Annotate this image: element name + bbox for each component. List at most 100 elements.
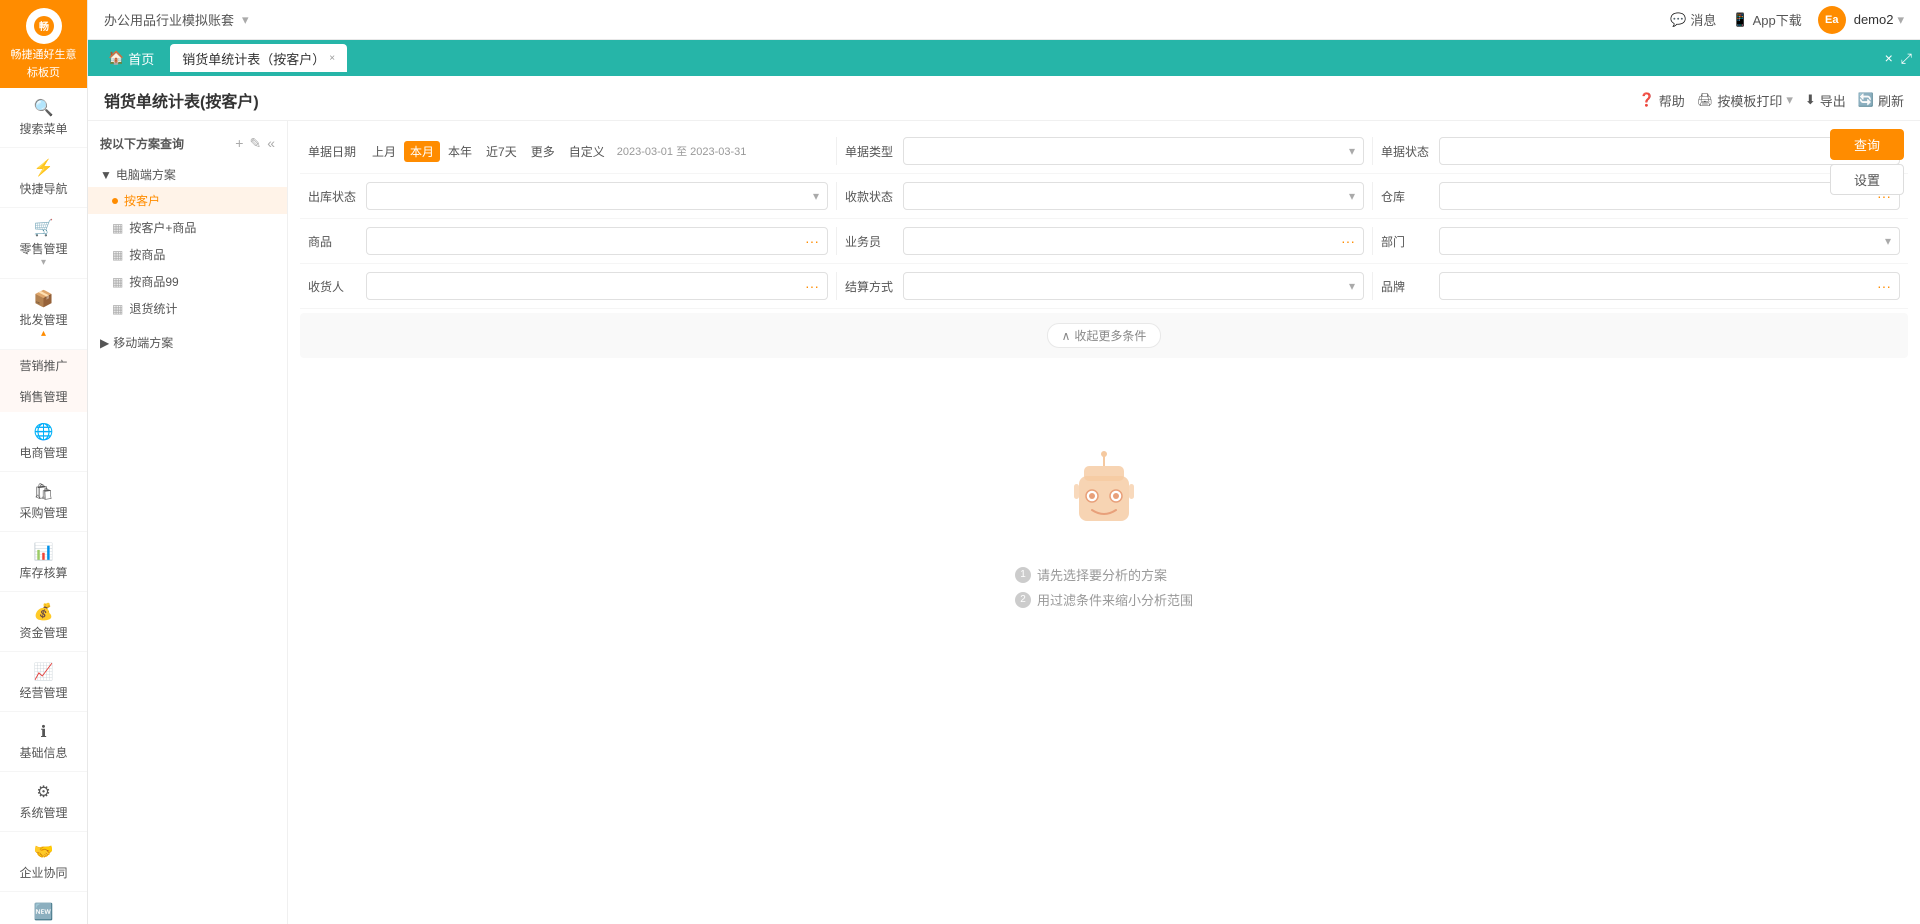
submenu-marketing[interactable]: 营销推广 bbox=[0, 350, 88, 381]
topbar-dropdown-arrow[interactable]: ▾ bbox=[242, 12, 249, 28]
tip-num-1: 1 bbox=[1015, 567, 1031, 583]
order-type-dropdown[interactable]: ▾ bbox=[903, 137, 1364, 165]
sidebar-item-ecommerce-label: 电商管理 bbox=[19, 444, 67, 461]
chart-icon-3: ▦ bbox=[112, 275, 123, 289]
empty-tip-2-text: 用过滤条件来缩小分析范围 bbox=[1037, 590, 1193, 609]
maximize-window-icon[interactable]: ⤢ bbox=[1901, 50, 1912, 67]
export-button[interactable]: ⬇ 导出 bbox=[1805, 91, 1846, 110]
sidebar-item-quicknav-label: 快捷导航 bbox=[19, 180, 67, 197]
submenu-sales[interactable]: 销售管理 bbox=[0, 381, 88, 412]
topbar-left: 办公用品行业模拟账套 ▾ bbox=[104, 10, 249, 29]
edit-scheme-icon[interactable]: ✎ bbox=[249, 135, 261, 152]
department-dropdown[interactable]: ▾ bbox=[1439, 227, 1900, 255]
sidebar-item-finance[interactable]: 💰 资金管理 bbox=[0, 592, 88, 652]
refresh-label: 刷新 bbox=[1878, 91, 1904, 110]
content-area: 按以下方案查询 + ✎ « ▼ 电脑端方案 bbox=[88, 121, 1920, 924]
delivery-status-dropdown[interactable]: ▾ bbox=[366, 182, 828, 210]
print-button[interactable]: 🖨 按模板打印 ▾ bbox=[1697, 91, 1793, 110]
scheme-item-returns-label: 退货统计 bbox=[129, 300, 177, 317]
date-filter-label: 单据日期 bbox=[308, 143, 358, 160]
app-download-button[interactable]: 📱 App下载 bbox=[1732, 10, 1801, 29]
desktop-group-title[interactable]: ▼ 电脑端方案 bbox=[88, 162, 287, 187]
topbar-right: 💬 消息 📱 App下载 Ea demo2 ▾ bbox=[1670, 6, 1904, 34]
help-icon: ❓ bbox=[1639, 92, 1655, 108]
sidebar-item-newguide[interactable]: 🆕 新手引导 bbox=[0, 892, 88, 924]
tab-home[interactable]: 🏠 首页 bbox=[96, 44, 166, 72]
inventory-icon: 📊 bbox=[34, 542, 54, 562]
brand-input[interactable]: ··· bbox=[1439, 272, 1900, 300]
user-menu[interactable]: Ea demo2 ▾ bbox=[1818, 6, 1904, 34]
topbar-title: 办公用品行业模拟账套 bbox=[104, 10, 234, 29]
sidebar-item-search[interactable]: 🔍 搜索菜单 bbox=[0, 88, 88, 148]
refresh-button[interactable]: 🔄 刷新 bbox=[1858, 91, 1904, 110]
tab-sales-stats[interactable]: 销货单统计表（按客户） × bbox=[170, 44, 347, 72]
user-name: demo2 bbox=[1854, 12, 1894, 27]
message-button[interactable]: 💬 消息 bbox=[1670, 10, 1716, 29]
delivery-status-label: 出库状态 bbox=[308, 188, 358, 205]
page-content: 销货单统计表(按客户) ❓ 帮助 🖨 按模板打印 ▾ ⬇ 导出 bbox=[88, 76, 1920, 924]
logo-text: 畅捷通好生意 bbox=[11, 46, 77, 62]
action-buttons: 查询 设置 bbox=[1830, 129, 1904, 195]
mobile-scheme-group: ▶ 移动端方案 bbox=[88, 326, 287, 359]
topbar: 办公用品行业模拟账套 ▾ 💬 消息 📱 App下载 Ea demo2 ▾ bbox=[88, 0, 1920, 40]
payment-status-dropdown[interactable]: ▾ bbox=[903, 182, 1364, 210]
add-scheme-icon[interactable]: + bbox=[235, 135, 243, 152]
print-label: 按模板打印 bbox=[1717, 91, 1782, 110]
scheme-item-by-goods[interactable]: ▦ 按商品 bbox=[88, 241, 287, 268]
date-btn-last-month[interactable]: 上月 bbox=[366, 141, 402, 162]
sidebar-item-operations[interactable]: 📈 经营管理 bbox=[0, 652, 88, 712]
tab-close-icon[interactable]: × bbox=[329, 53, 335, 64]
query-button[interactable]: 查询 bbox=[1830, 129, 1904, 160]
settings-button[interactable]: 设置 bbox=[1830, 164, 1904, 195]
settlement-dropdown[interactable]: ▾ bbox=[903, 272, 1364, 300]
settlement-arrow: ▾ bbox=[1349, 279, 1355, 293]
salesperson-input[interactable]: ··· bbox=[903, 227, 1364, 255]
sidebar-item-basic[interactable]: ℹ 基础信息 bbox=[0, 712, 88, 772]
date-btn-more[interactable]: 更多 bbox=[525, 141, 561, 162]
mobile-group-label: 移动端方案 bbox=[113, 334, 173, 351]
scheme-item-by-customer[interactable]: 按客户 bbox=[88, 187, 287, 214]
sidebar-item-system[interactable]: ⚙ 系统管理 bbox=[0, 772, 88, 832]
salesperson-cell: 业务员 ··· bbox=[836, 227, 1372, 255]
payment-status-arrow: ▾ bbox=[1349, 189, 1355, 203]
sidebar-item-retail[interactable]: 🛒 零售管理 ▾ bbox=[0, 208, 88, 279]
sidebar-item-purchase[interactable]: 🛍 采购管理 bbox=[0, 472, 88, 532]
date-btn-custom[interactable]: 自定义 bbox=[563, 141, 611, 162]
settlement-label: 结算方式 bbox=[845, 278, 895, 295]
sidebar-item-ecommerce[interactable]: 🌐 电商管理 bbox=[0, 412, 88, 472]
recipient-cell: 收货人 ··· bbox=[300, 272, 836, 300]
sidebar-item-wholesale[interactable]: 📦 批发管理 ▴ bbox=[0, 279, 88, 350]
page-title: 销货单统计表(按客户) bbox=[104, 88, 259, 112]
scheme-item-by-goods-label: 按商品 bbox=[129, 246, 165, 263]
mobile-group-title[interactable]: ▶ 移动端方案 bbox=[88, 330, 287, 355]
collapse-scheme-icon[interactable]: « bbox=[267, 135, 275, 152]
scheme-item-returns[interactable]: ▦ 退货统计 bbox=[88, 295, 287, 322]
date-range-display: 2023-03-01 至 2023-03-31 bbox=[617, 143, 747, 159]
close-window-icon[interactable]: × bbox=[1885, 50, 1893, 67]
empty-illustration bbox=[1054, 446, 1154, 549]
delivery-status-cell: 出库状态 ▾ bbox=[300, 182, 836, 210]
sidebar-item-quick-nav[interactable]: ⚡ 快捷导航 bbox=[0, 148, 88, 208]
scheme-item-by-goods99[interactable]: ▦ 按商品99 bbox=[88, 268, 287, 295]
print-arrow: ▾ bbox=[1786, 92, 1793, 108]
sidebar-item-finance-label: 资金管理 bbox=[19, 624, 67, 641]
sidebar-logo[interactable]: 畅 畅捷通好生意 标板页 bbox=[0, 0, 88, 88]
sidebar-item-inventory[interactable]: 📊 库存核算 bbox=[0, 532, 88, 592]
department-arrow: ▾ bbox=[1885, 234, 1891, 248]
sidebar-item-collab[interactable]: 🤝 企业协同 bbox=[0, 832, 88, 892]
collapse-button[interactable]: ∧ 收起更多条件 bbox=[1047, 323, 1162, 348]
sidebar-item-inventory-label: 库存核算 bbox=[19, 564, 67, 581]
app-download-label: App下载 bbox=[1753, 10, 1802, 29]
empty-tip-1: 1 请先选择要分析的方案 bbox=[1015, 565, 1193, 584]
date-btn-7days[interactable]: 近7天 bbox=[480, 141, 523, 162]
date-btn-current-month[interactable]: 本月 bbox=[404, 141, 440, 162]
empty-tip-1-text: 请先选择要分析的方案 bbox=[1037, 565, 1167, 584]
recipient-input[interactable]: ··· bbox=[366, 272, 828, 300]
date-btn-year[interactable]: 本年 bbox=[442, 141, 478, 162]
order-type-arrow: ▾ bbox=[1349, 144, 1355, 158]
empty-tip-2: 2 用过滤条件来缩小分析范围 bbox=[1015, 590, 1193, 609]
export-label: 导出 bbox=[1820, 91, 1846, 110]
goods-input[interactable]: ··· bbox=[366, 227, 828, 255]
help-button[interactable]: ❓ 帮助 bbox=[1639, 91, 1685, 110]
scheme-item-by-customer-goods[interactable]: ▦ 按客户+商品 bbox=[88, 214, 287, 241]
